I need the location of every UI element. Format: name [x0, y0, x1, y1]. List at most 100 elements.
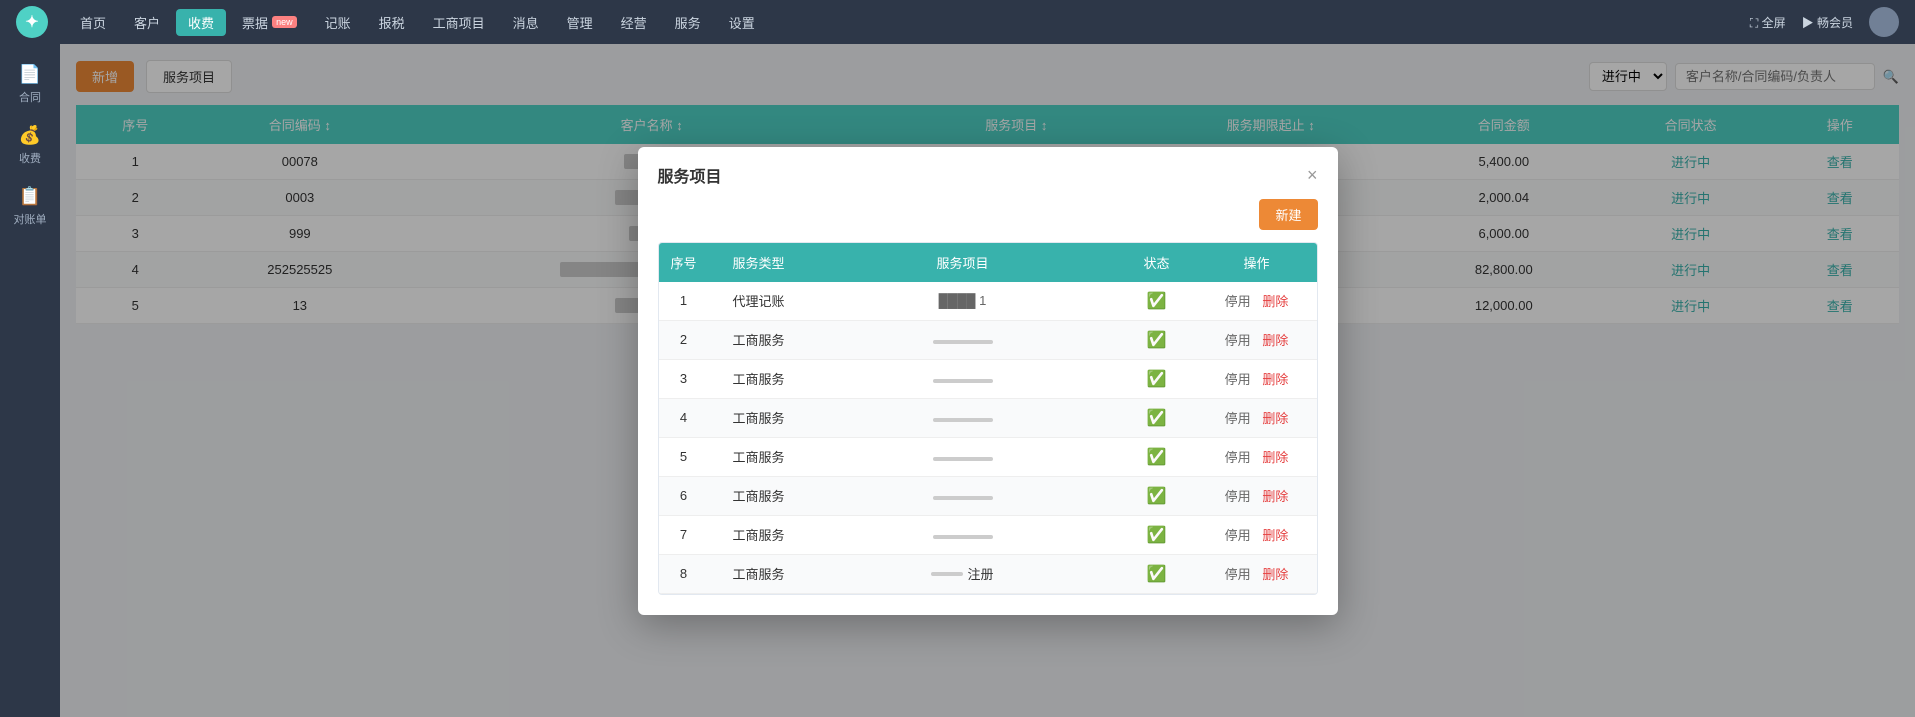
modal-cell-type: 工商服务 [709, 515, 809, 554]
modal-cell-action: 停用 删除 [1197, 554, 1317, 593]
modal-cell-action: 停用 删除 [1197, 437, 1317, 476]
modal-cell-item [809, 476, 1117, 515]
modal-close-button[interactable]: × [1307, 166, 1318, 184]
member-icon[interactable]: ▶ 畅会员 [1802, 14, 1853, 31]
nav-item-message[interactable]: 消息 [501, 9, 551, 36]
modal-cell-type: 工商服务 [709, 554, 809, 593]
delete-button[interactable]: 删除 [1262, 528, 1288, 543]
modal-new-button[interactable]: 新建 [1259, 199, 1317, 230]
contract-icon: 📄 [19, 64, 41, 85]
fees-icon: 💰 [19, 125, 41, 146]
modal-table-row: 2 工商服务 ✅ 停用 删除 [659, 320, 1317, 359]
modal-cell-seq: 7 [659, 515, 709, 554]
modal-table-row: 3 工商服务 ✅ 停用 删除 [659, 359, 1317, 398]
delete-button[interactable]: 删除 [1262, 567, 1288, 582]
nav-item-home[interactable]: 首页 [68, 9, 118, 36]
stop-button[interactable]: 停用 [1225, 450, 1251, 465]
modal-cell-action: 停用 删除 [1197, 320, 1317, 359]
modal-cell-status: ✅ [1117, 398, 1197, 437]
nav-item-account[interactable]: 记账 [313, 9, 363, 36]
new-badge: new [272, 16, 297, 28]
status-check-icon: ✅ [1147, 371, 1167, 388]
status-check-icon: ✅ [1147, 488, 1167, 505]
modal-th-status: 状态 [1117, 243, 1197, 282]
status-check-icon: ✅ [1147, 410, 1167, 427]
nav-items: 首页 客户 收费 票据 new 记账 报税 工商项目 消息 管理 经营 [68, 9, 1750, 36]
sidebar: 📄 合同 💰 收费 📋 对账单 [0, 44, 60, 717]
modal-cell-item: ████ 1 [809, 282, 1117, 321]
modal-cell-item [809, 398, 1117, 437]
stop-button[interactable]: 停用 [1225, 489, 1251, 504]
modal-cell-status: ✅ [1117, 476, 1197, 515]
stop-button[interactable]: 停用 [1225, 333, 1251, 348]
modal-cell-action: 停用 删除 [1197, 476, 1317, 515]
modal-cell-type: 工商服务 [709, 320, 809, 359]
stop-button[interactable]: 停用 [1225, 294, 1251, 309]
modal-cell-status: ✅ [1117, 515, 1197, 554]
delete-button[interactable]: 删除 [1262, 450, 1288, 465]
nav-item-fees[interactable]: 收费 [176, 9, 226, 36]
sidebar-item-contract[interactable]: 📄 合同 [4, 56, 56, 113]
modal-toolbar: 新建 [658, 199, 1318, 230]
modal-table-row: 6 工商服务 ✅ 停用 删除 [659, 476, 1317, 515]
nav-right: ⛶ 全屏 ▶ 畅会员 [1750, 7, 1899, 37]
modal-cell-seq: 4 [659, 398, 709, 437]
modal-cell-item [809, 320, 1117, 359]
status-check-icon: ✅ [1147, 527, 1167, 544]
nav-item-client[interactable]: 客户 [122, 9, 172, 36]
stop-button[interactable]: 停用 [1225, 411, 1251, 426]
delete-button[interactable]: 删除 [1262, 294, 1288, 309]
status-check-icon: ✅ [1147, 332, 1167, 349]
top-nav: ✦ 首页 客户 收费 票据 new 记账 报税 工商项目 消息 管理 [0, 0, 1915, 44]
nav-item-commerce[interactable]: 工商项目 [421, 9, 497, 36]
status-check-icon: ✅ [1147, 293, 1167, 310]
fullscreen-icon[interactable]: ⛶ 全屏 [1750, 14, 1786, 31]
delete-button[interactable]: 删除 [1262, 333, 1288, 348]
modal-cell-action: 停用 删除 [1197, 515, 1317, 554]
modal-cell-action: 停用 删除 [1197, 398, 1317, 437]
modal-header-row: 序号 服务类型 服务项目 状态 操作 [659, 243, 1317, 282]
nav-item-manage[interactable]: 管理 [555, 9, 605, 36]
modal-cell-type: 工商服务 [709, 437, 809, 476]
modal-cell-status: ✅ [1117, 282, 1197, 321]
nav-item-ops[interactable]: 经营 [609, 9, 659, 36]
sidebar-item-contract-label: 合同 [19, 89, 41, 105]
nav-item-tax[interactable]: 报税 [367, 9, 417, 36]
modal-th-seq: 序号 [659, 243, 709, 282]
modal-cell-status: ✅ [1117, 437, 1197, 476]
modal-cell-status: ✅ [1117, 554, 1197, 593]
modal-cell-seq: 2 [659, 320, 709, 359]
modal-table-row: 1 代理记账 ████ 1 ✅ 停用 删除 [659, 282, 1317, 321]
modal-table-row: 7 工商服务 ✅ 停用 删除 [659, 515, 1317, 554]
nav-item-invoice[interactable]: 票据 new [230, 9, 309, 36]
nav-item-service[interactable]: 服务 [663, 9, 713, 36]
sidebar-item-reconcile[interactable]: 📋 对账单 [4, 178, 56, 235]
status-check-icon: ✅ [1147, 566, 1167, 583]
delete-button[interactable]: 删除 [1262, 489, 1288, 504]
modal-cell-seq: 1 [659, 282, 709, 321]
modal-table-row: 8 工商服务 注册 ✅ 停用 删除 [659, 554, 1317, 593]
content-area: 新增 服务项目 进行中 全部 已终止 🔍 序号 合同编码 ↕ 客户名称 ↕ 服务… [60, 44, 1915, 717]
stop-button[interactable]: 停用 [1225, 567, 1251, 582]
stop-button[interactable]: 停用 [1225, 372, 1251, 387]
avatar[interactable] [1869, 7, 1899, 37]
modal-cell-seq: 6 [659, 476, 709, 515]
delete-button[interactable]: 删除 [1262, 411, 1288, 426]
modal-cell-item [809, 359, 1117, 398]
stop-button[interactable]: 停用 [1225, 528, 1251, 543]
sidebar-item-fees[interactable]: 💰 收费 [4, 117, 56, 174]
modal-cell-seq: 5 [659, 437, 709, 476]
modal-cell-item [809, 437, 1117, 476]
modal-cell-type: 工商服务 [709, 359, 809, 398]
logo-icon: ✦ [16, 6, 48, 38]
modal-table: 序号 服务类型 服务项目 状态 操作 1 代理记账 ████ 1 ✅ 停用 删除 [659, 243, 1317, 594]
modal-header: 服务项目 × [638, 147, 1338, 187]
modal-cell-seq: 3 [659, 359, 709, 398]
modal-cell-item: 注册 [809, 554, 1117, 593]
modal-table-wrapper: 序号 服务类型 服务项目 状态 操作 1 代理记账 ████ 1 ✅ 停用 删除 [658, 242, 1318, 595]
modal-table-row: 5 工商服务 ✅ 停用 删除 [659, 437, 1317, 476]
modal-cell-type: 工商服务 [709, 476, 809, 515]
delete-button[interactable]: 删除 [1262, 372, 1288, 387]
nav-item-settings[interactable]: 设置 [717, 9, 767, 36]
main-layout: 📄 合同 💰 收费 📋 对账单 新增 服务项目 进行中 全部 已终止 🔍 [0, 44, 1915, 717]
